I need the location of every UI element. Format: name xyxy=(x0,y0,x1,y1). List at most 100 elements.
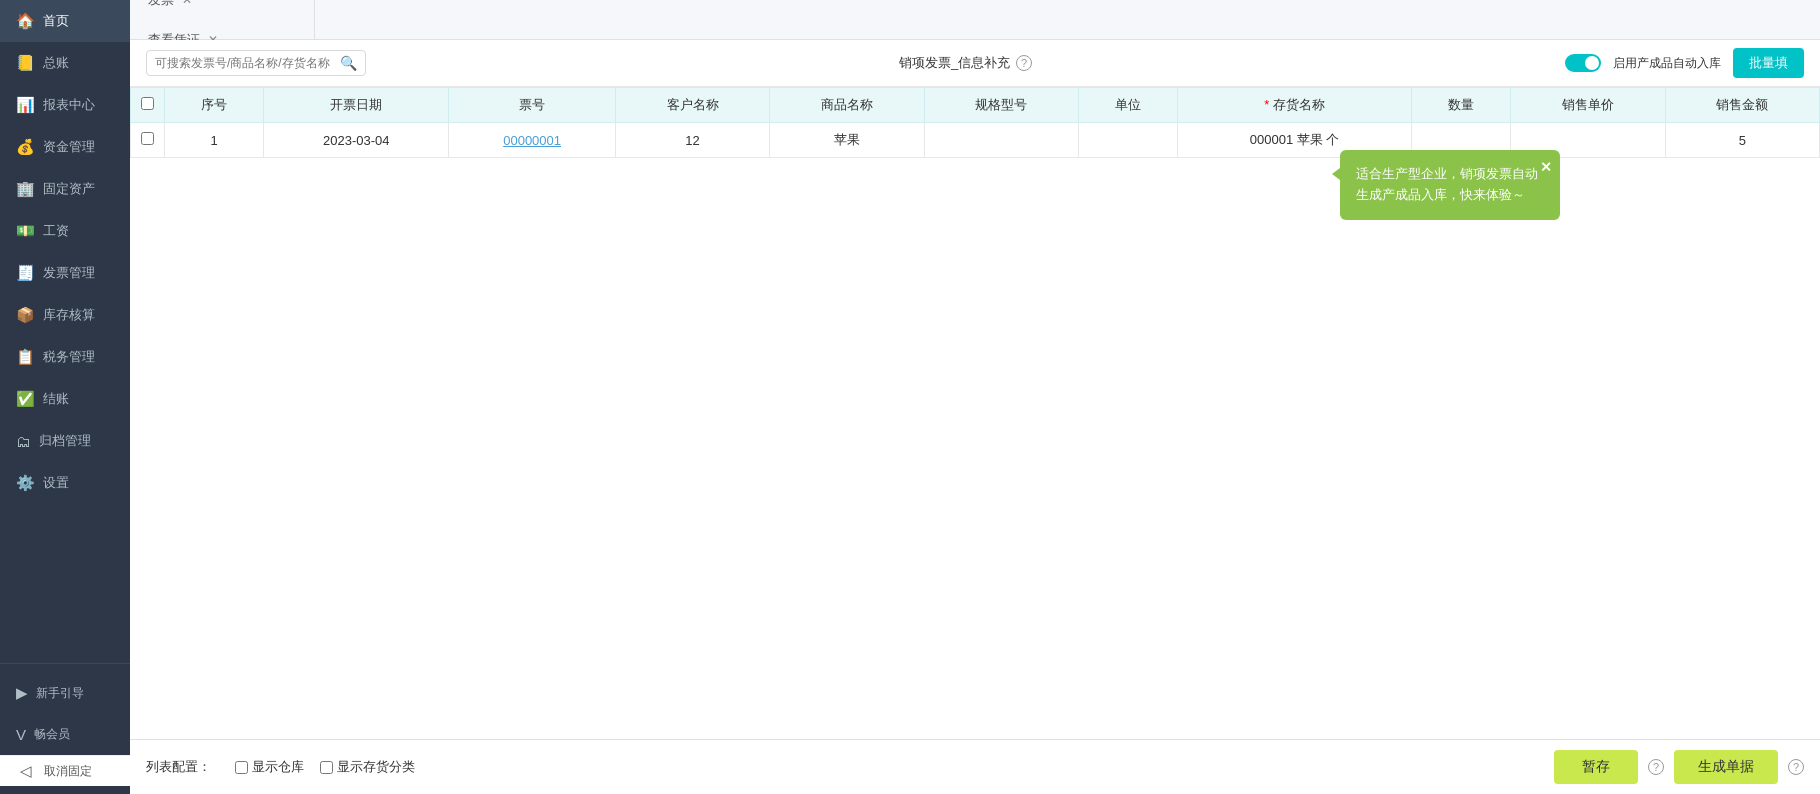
sidebar-icon-settlement: ✅ xyxy=(16,390,35,408)
tooltip-close-button[interactable]: ✕ xyxy=(1540,156,1552,178)
col-header-customer: 客户名称 xyxy=(615,88,769,123)
show-warehouse-checkbox[interactable]: 显示仓库 xyxy=(235,758,304,776)
sidebar-label-ledger: 总账 xyxy=(43,54,69,72)
sidebar-icon-tax: 📋 xyxy=(16,348,35,366)
sidebar-label-tax: 税务管理 xyxy=(43,348,95,366)
tab-bar: 首页发票✕查看凭证✕销项发票生成库存单据✕ xyxy=(130,0,1820,40)
sidebar-bottom-item-guide[interactable]: ▶新手引导 xyxy=(0,672,130,714)
sidebar-bottom-icon-guide: ▶ xyxy=(16,684,28,702)
tab-invoice[interactable]: 发票 ✕ xyxy=(130,0,315,20)
unfix-button[interactable]: ◁ 取消固定 xyxy=(0,755,130,786)
sidebar-label-reports: 报表中心 xyxy=(43,96,95,114)
sidebar-icon-funds: 💰 xyxy=(16,138,35,156)
show-category-label: 显示存货分类 xyxy=(337,758,415,776)
sidebar-bottom-item-vip[interactable]: V 畅会员 xyxy=(0,714,130,755)
toggle-switch[interactable] xyxy=(1565,54,1601,72)
sidebar-icon-wages: 💵 xyxy=(16,222,35,240)
cell-seq-0: 1 xyxy=(165,123,264,158)
table-wrapper: 序号开票日期票号客户名称商品名称规格型号单位存货名称数量销售单价销售金额 120… xyxy=(130,87,1820,739)
sidebar-item-ledger[interactable]: 📒 总账 xyxy=(0,42,130,84)
table-row: 12023-03-040000000112苹果000001 苹果 个5 xyxy=(131,123,1820,158)
content-area: 🔍 销项发票_信息补充 ? 启用产成品自动入库 批量填 序号开票日期票号客户名称… xyxy=(130,40,1820,794)
toolbar-right: 启用产成品自动入库 批量填 xyxy=(1565,48,1804,78)
sidebar-label-invoice-mgmt: 发票管理 xyxy=(43,264,95,282)
list-config-label: 列表配置： xyxy=(146,758,211,776)
sidebar-item-settlement[interactable]: ✅ 结账 xyxy=(0,378,130,420)
col-header-unit: 单位 xyxy=(1078,88,1177,123)
sidebar-item-wages[interactable]: 💵 工资 xyxy=(0,210,130,252)
sidebar-item-assets[interactable]: 🏢 固定资产 xyxy=(0,168,130,210)
sidebar-icon-archive: 🗂 xyxy=(16,433,31,450)
sidebar-bottom: ▶新手引导 V 畅会员 ◁ 取消固定 xyxy=(0,663,130,794)
row-select-0[interactable] xyxy=(141,132,154,145)
sidebar-label-wages: 工资 xyxy=(43,222,69,240)
sidebar-item-settings[interactable]: ⚙️ 设置 xyxy=(0,462,130,504)
sidebar-label-archive: 归档管理 xyxy=(39,432,91,450)
generate-info-icon[interactable]: ? xyxy=(1788,759,1804,775)
col-header-inventory: 存货名称 xyxy=(1178,88,1412,123)
sidebar-item-reports[interactable]: 📊 报表中心 xyxy=(0,84,130,126)
sidebar-bottom-icon-vip: V xyxy=(16,726,26,743)
tab-label-invoice: 发票 xyxy=(148,0,174,9)
toolbar-mid: 销项发票_信息补充 ? xyxy=(376,54,1555,72)
sidebar-icon-reports: 📊 xyxy=(16,96,35,114)
bottom-bar: 列表配置： 显示仓库 显示存货分类 暂存 ? 生成单据 ? xyxy=(130,739,1820,794)
toggle-label: 启用产成品自动入库 xyxy=(1613,55,1721,72)
sidebar-icon-invoice-mgmt: 🧾 xyxy=(16,264,35,282)
col-header-spec: 规格型号 xyxy=(924,88,1078,123)
sidebar-icon-settings: ⚙️ xyxy=(16,474,35,492)
toggle-slider xyxy=(1565,54,1601,72)
sidebar-label-home: 首页 xyxy=(43,12,69,30)
unfix-label: 取消固定 xyxy=(44,763,92,780)
show-warehouse-label: 显示仓库 xyxy=(252,758,304,776)
generate-button[interactable]: 生成单据 xyxy=(1674,750,1778,784)
col-header-date: 开票日期 xyxy=(264,88,449,123)
sidebar-item-invoice-mgmt[interactable]: 🧾 发票管理 xyxy=(0,252,130,294)
col-header-checkbox xyxy=(131,88,165,123)
tooltip-popup: ✕ 适合生产型企业，销项发票自动生成产成品入库，快来体验～ xyxy=(1340,150,1560,220)
sidebar-label-assets: 固定资产 xyxy=(43,180,95,198)
sidebar-label-funds: 资金管理 xyxy=(43,138,95,156)
sidebar-item-tax[interactable]: 📋 税务管理 xyxy=(0,336,130,378)
sidebar-icon-home: 🏠 xyxy=(16,12,35,30)
search-input[interactable] xyxy=(155,56,340,70)
sidebar-label-settlement: 结账 xyxy=(43,390,69,408)
sidebar-label-settings: 设置 xyxy=(43,474,69,492)
sidebar-icon-assets: 🏢 xyxy=(16,180,35,198)
unfix-icon: ◁ xyxy=(20,762,32,780)
toolbar-info-icon[interactable]: ? xyxy=(1016,55,1032,71)
col-header-ticket_no: 票号 xyxy=(449,88,616,123)
search-icon: 🔍 xyxy=(340,55,357,71)
sidebar-bottom-label-vip: 畅会员 xyxy=(34,726,70,743)
data-table: 序号开票日期票号客户名称商品名称规格型号单位存货名称数量销售单价销售金额 120… xyxy=(130,87,1820,158)
col-header-unit_price: 销售单价 xyxy=(1511,88,1665,123)
save-info-icon[interactable]: ? xyxy=(1648,759,1664,775)
main-area: 首页发票✕查看凭证✕销项发票生成库存单据✕ 🔍 销项发票_信息补充 ? 启用产成… xyxy=(130,0,1820,794)
save-button[interactable]: 暂存 xyxy=(1554,750,1638,784)
sidebar-item-archive[interactable]: 🗂 归档管理 xyxy=(0,420,130,462)
sidebar-item-inventory[interactable]: 📦 库存核算 xyxy=(0,294,130,336)
sidebar-icon-ledger: 📒 xyxy=(16,54,35,72)
cell-date-0: 2023-03-04 xyxy=(264,123,449,158)
sidebar-item-funds[interactable]: 💰 资金管理 xyxy=(0,126,130,168)
sidebar-item-home[interactable]: 🏠 首页 xyxy=(0,0,130,42)
sidebar-icon-inventory: 📦 xyxy=(16,306,35,324)
cell-amount-0: 5 xyxy=(1665,123,1819,158)
cell-ticket_no-0[interactable]: 00000001 xyxy=(449,123,616,158)
toolbar-title: 销项发票_信息补充 xyxy=(899,54,1010,72)
tab-close-invoice[interactable]: ✕ xyxy=(182,0,192,7)
sidebar: 🏠 首页 📒 总账 📊 报表中心 💰 资金管理 🏢 固定资产 💵 工资 🧾 发票管理 📦 库存核算 📋 税务管理 ✅… xyxy=(0,0,130,794)
sidebar-label-inventory: 库存核算 xyxy=(43,306,95,324)
show-category-checkbox[interactable]: 显示存货分类 xyxy=(320,758,415,776)
cell-customer-0: 12 xyxy=(615,123,769,158)
bottom-actions: 暂存 ? 生成单据 ? xyxy=(1554,750,1804,784)
row-checkbox-0[interactable] xyxy=(131,123,165,158)
col-header-amount: 销售金额 xyxy=(1665,88,1819,123)
cell-spec-0 xyxy=(924,123,1078,158)
cell-goods_name-0: 苹果 xyxy=(770,123,924,158)
col-header-qty: 数量 xyxy=(1411,88,1510,123)
batch-button[interactable]: 批量填 xyxy=(1733,48,1804,78)
select-all-checkbox[interactable] xyxy=(141,97,154,110)
search-box[interactable]: 🔍 xyxy=(146,50,366,76)
cell-unit-0 xyxy=(1078,123,1177,158)
